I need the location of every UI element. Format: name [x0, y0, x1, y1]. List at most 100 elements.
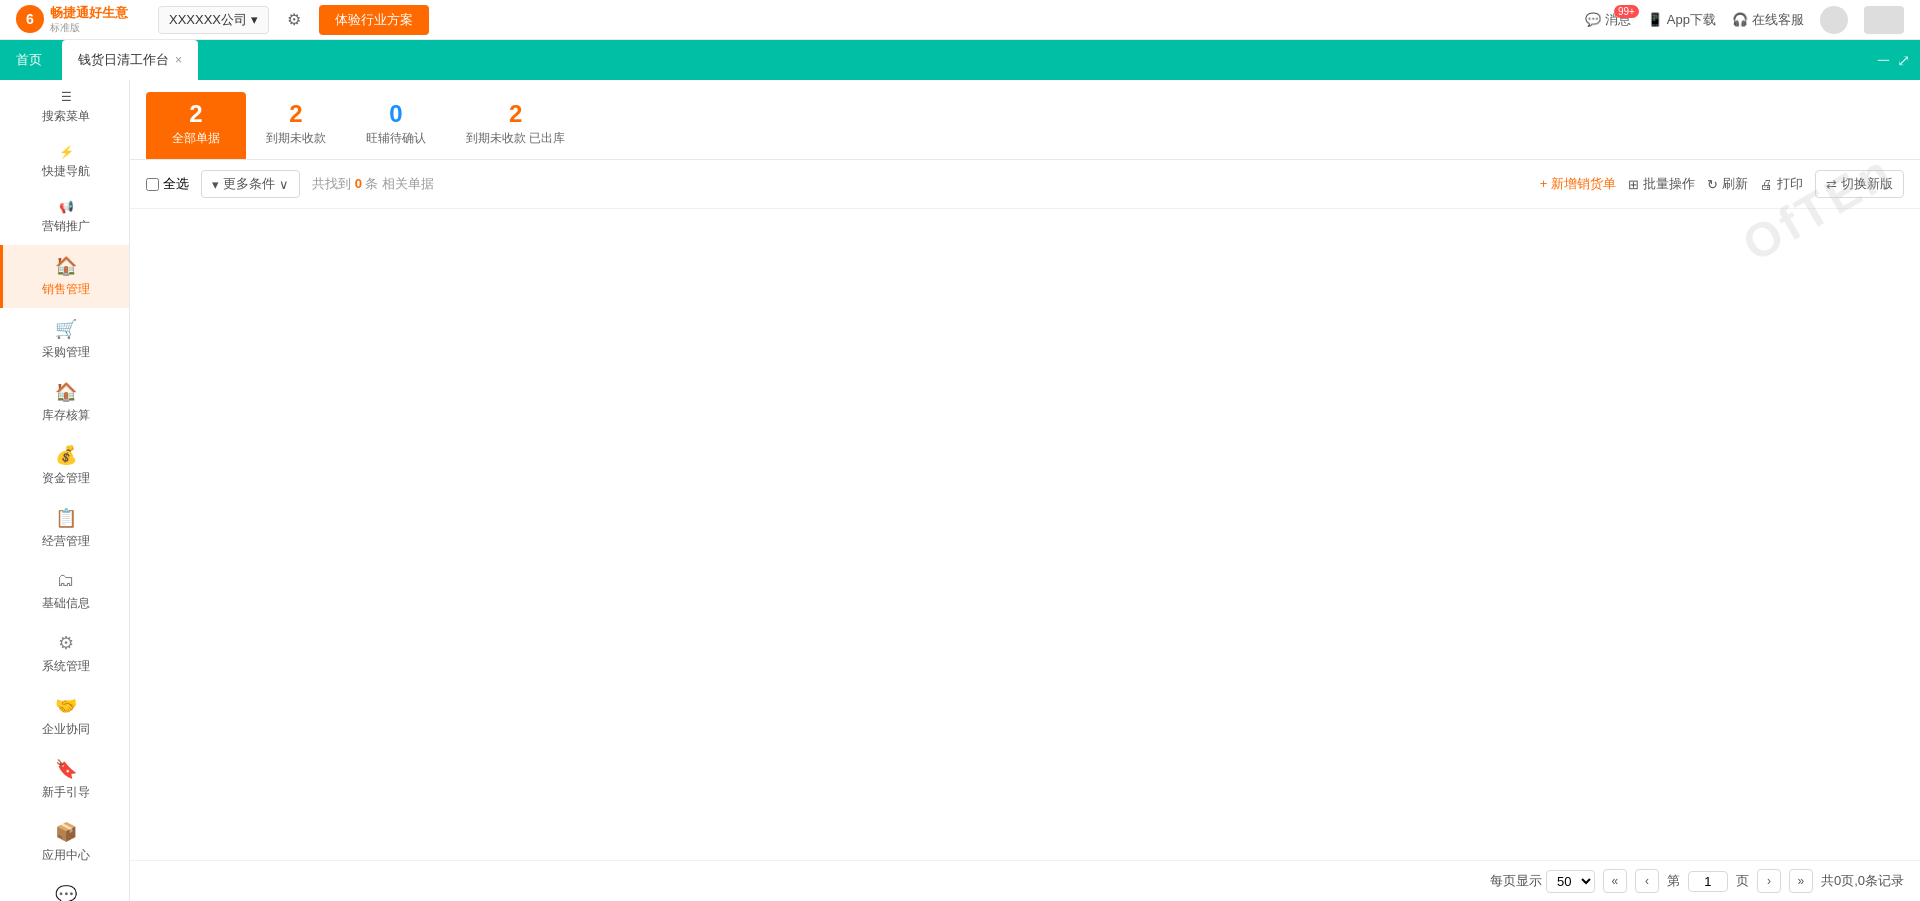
batch-icon: ⊞	[1628, 177, 1639, 192]
found-text: 共找到	[312, 176, 351, 191]
sidebar-item-guide[interactable]: 🔖 新手引导	[0, 748, 129, 811]
base-info-icon: 🗂	[57, 570, 75, 591]
switch-version-button[interactable]: ⇄ 切换新版	[1815, 170, 1904, 198]
next-page-button[interactable]: ›	[1757, 869, 1781, 893]
stat-label-overdue: 到期未收款	[266, 130, 326, 147]
filter-chevron: ∨	[279, 177, 289, 192]
message-button[interactable]: 💬 消息 99+	[1585, 11, 1631, 29]
search-icon: ☰	[61, 90, 72, 104]
user-info	[1864, 6, 1904, 34]
print-button[interactable]: 🖨 打印	[1760, 175, 1803, 193]
sales-icon: 🏠	[55, 255, 77, 277]
tab-home[interactable]: 首页	[0, 40, 58, 80]
select-all-checkbox[interactable]: 全选	[146, 175, 189, 193]
sidebar-base-info-label: 基础信息	[42, 595, 90, 612]
system-icon: ⚙	[58, 632, 74, 654]
header-right: 💬 消息 99+ 📱 App下载 🎧 在线客服	[1585, 6, 1904, 34]
content-area: 2 全部单据 2 到期未收款 0 旺辅待确认 2 到期未收款 已出库	[130, 80, 1920, 901]
filter-label: 更多条件	[223, 175, 275, 193]
pagination: 每页显示 50 « ‹ 第 页 › » 共0页,0条记录	[130, 860, 1920, 901]
tab-home-label: 首页	[16, 51, 42, 69]
sidebar-item-app-center[interactable]: 📦 应用中心	[0, 811, 129, 874]
service-icon: 🎧	[1732, 12, 1748, 27]
main-layout: ☰ 搜索菜单 ⚡ 快捷导航 📢 营销推广 🏠 销售管理 🛒 采购管理 🏠 库存核…	[0, 80, 1920, 901]
batch-label: 批量操作	[1643, 175, 1695, 193]
app-download-label: App下载	[1667, 11, 1716, 29]
stat-tab-overdue[interactable]: 2 到期未收款	[246, 92, 346, 159]
sidebar-item-base-info[interactable]: 🗂 基础信息	[0, 560, 129, 622]
sidebar-item-operations[interactable]: 📋 经营管理	[0, 497, 129, 560]
sidebar-item-marketing[interactable]: 📢 营销推广	[0, 190, 129, 245]
sidebar-enterprise-label: 企业协同	[42, 721, 90, 738]
stat-tab-wangfu[interactable]: 0 旺辅待确认	[346, 92, 446, 159]
per-page-label: 每页显示	[1490, 872, 1542, 890]
sidebar-item-wechat[interactable]: 💬 企业微信	[0, 874, 129, 901]
avatar[interactable]	[1820, 6, 1848, 34]
message-badge: 99+	[1614, 5, 1639, 18]
sidebar-search-label: 搜索菜单	[42, 108, 90, 125]
total-info: 共0页,0条记录	[1821, 872, 1904, 890]
logo-sub-text: 标准版	[50, 21, 128, 34]
refresh-icon: ↻	[1707, 177, 1718, 192]
top-header: 6 畅捷通好生意 标准版 XXXXXX公司 ▾ ⚙ 体验行业方案 💬 消息 99…	[0, 0, 1920, 40]
app-center-icon: 📦	[55, 821, 77, 843]
header-left: 6 畅捷通好生意 标准版 XXXXXX公司 ▾ ⚙ 体验行业方案	[16, 5, 429, 35]
first-page-button[interactable]: «	[1603, 869, 1627, 893]
checkbox-input[interactable]	[146, 178, 159, 191]
company-selector[interactable]: XXXXXX公司 ▾	[158, 6, 269, 34]
tab-active-label: 钱货日清工作台	[78, 51, 169, 69]
settings-button[interactable]: ⚙	[279, 5, 309, 35]
toolbar-right: + 新增销货单 ⊞ 批量操作 ↻ 刷新 🖨 打印 ⇄	[1540, 170, 1904, 198]
print-icon: 🖨	[1760, 177, 1773, 192]
tab-close-icon[interactable]: ×	[175, 53, 182, 67]
tab-minimize-icon[interactable]: ─	[1878, 51, 1889, 69]
app-download-button[interactable]: 📱 App下载	[1647, 11, 1716, 29]
operations-icon: 📋	[55, 507, 77, 529]
sidebar-item-system[interactable]: ⚙ 系统管理	[0, 622, 129, 685]
stat-num-shipped: 2	[509, 100, 522, 128]
message-icon: 💬	[1585, 12, 1601, 27]
prev-page-button[interactable]: ‹	[1635, 869, 1659, 893]
stat-label-shipped: 到期未收款 已出库	[466, 130, 565, 147]
online-service-button[interactable]: 🎧 在线客服	[1732, 11, 1804, 29]
select-all-label: 全选	[163, 175, 189, 193]
sidebar-item-inventory[interactable]: 🏠 库存核算	[0, 371, 129, 434]
sidebar-item-enterprise[interactable]: 🤝 企业协同	[0, 685, 129, 748]
filter-button[interactable]: ▾ 更多条件 ∨	[201, 170, 300, 198]
sidebar-guide-label: 新手引导	[42, 784, 90, 801]
trial-button[interactable]: 体验行业方案	[319, 5, 429, 35]
last-page-button[interactable]: »	[1789, 869, 1813, 893]
download-icon: 📱	[1647, 12, 1663, 27]
sidebar-item-sales[interactable]: 🏠 销售管理	[0, 245, 129, 308]
sidebar-app-center-label: 应用中心	[42, 847, 90, 864]
stat-tab-all[interactable]: 2 全部单据	[146, 92, 246, 159]
refresh-button[interactable]: ↻ 刷新	[1707, 175, 1748, 193]
tab-expand-icon[interactable]: ⤢	[1897, 51, 1910, 70]
add-sale-button[interactable]: + 新增销货单	[1540, 175, 1616, 193]
stats-tabs: 2 全部单据 2 到期未收款 0 旺辅待确认 2 到期未收款 已出库	[130, 80, 1920, 160]
sidebar-marketing-label: 营销推广	[42, 218, 90, 235]
sidebar-system-label: 系统管理	[42, 658, 90, 675]
inventory-icon: 🏠	[55, 381, 77, 403]
stat-label-all: 全部单据	[172, 130, 220, 147]
settings-icon: ⚙	[287, 10, 301, 29]
logo-area: 6 畅捷通好生意 标准版	[16, 5, 128, 35]
page-number-input[interactable]	[1688, 871, 1728, 892]
sidebar-purchase-label: 采购管理	[42, 344, 90, 361]
sidebar-item-purchase[interactable]: 🛒 采购管理	[0, 308, 129, 371]
company-name: XXXXXX公司	[169, 11, 247, 29]
page-prefix-label: 第	[1667, 872, 1680, 890]
found-unit: 条 相关单据	[365, 176, 434, 191]
tab-active[interactable]: 钱货日清工作台 ×	[62, 40, 198, 80]
switch-label: 切换新版	[1841, 175, 1893, 193]
sidebar-inventory-label: 库存核算	[42, 407, 90, 424]
purchase-icon: 🛒	[55, 318, 77, 340]
sidebar-item-quick-nav[interactable]: ⚡ 快捷导航	[0, 135, 129, 190]
sidebar-item-funds[interactable]: 💰 资金管理	[0, 434, 129, 497]
sidebar-item-search[interactable]: ☰ 搜索菜单	[0, 80, 129, 135]
batch-button[interactable]: ⊞ 批量操作	[1628, 175, 1695, 193]
per-page-select[interactable]: 50	[1546, 870, 1595, 893]
table-area	[130, 209, 1920, 860]
stat-tab-shipped[interactable]: 2 到期未收款 已出库	[446, 92, 585, 159]
found-count-num: 0	[355, 176, 362, 191]
